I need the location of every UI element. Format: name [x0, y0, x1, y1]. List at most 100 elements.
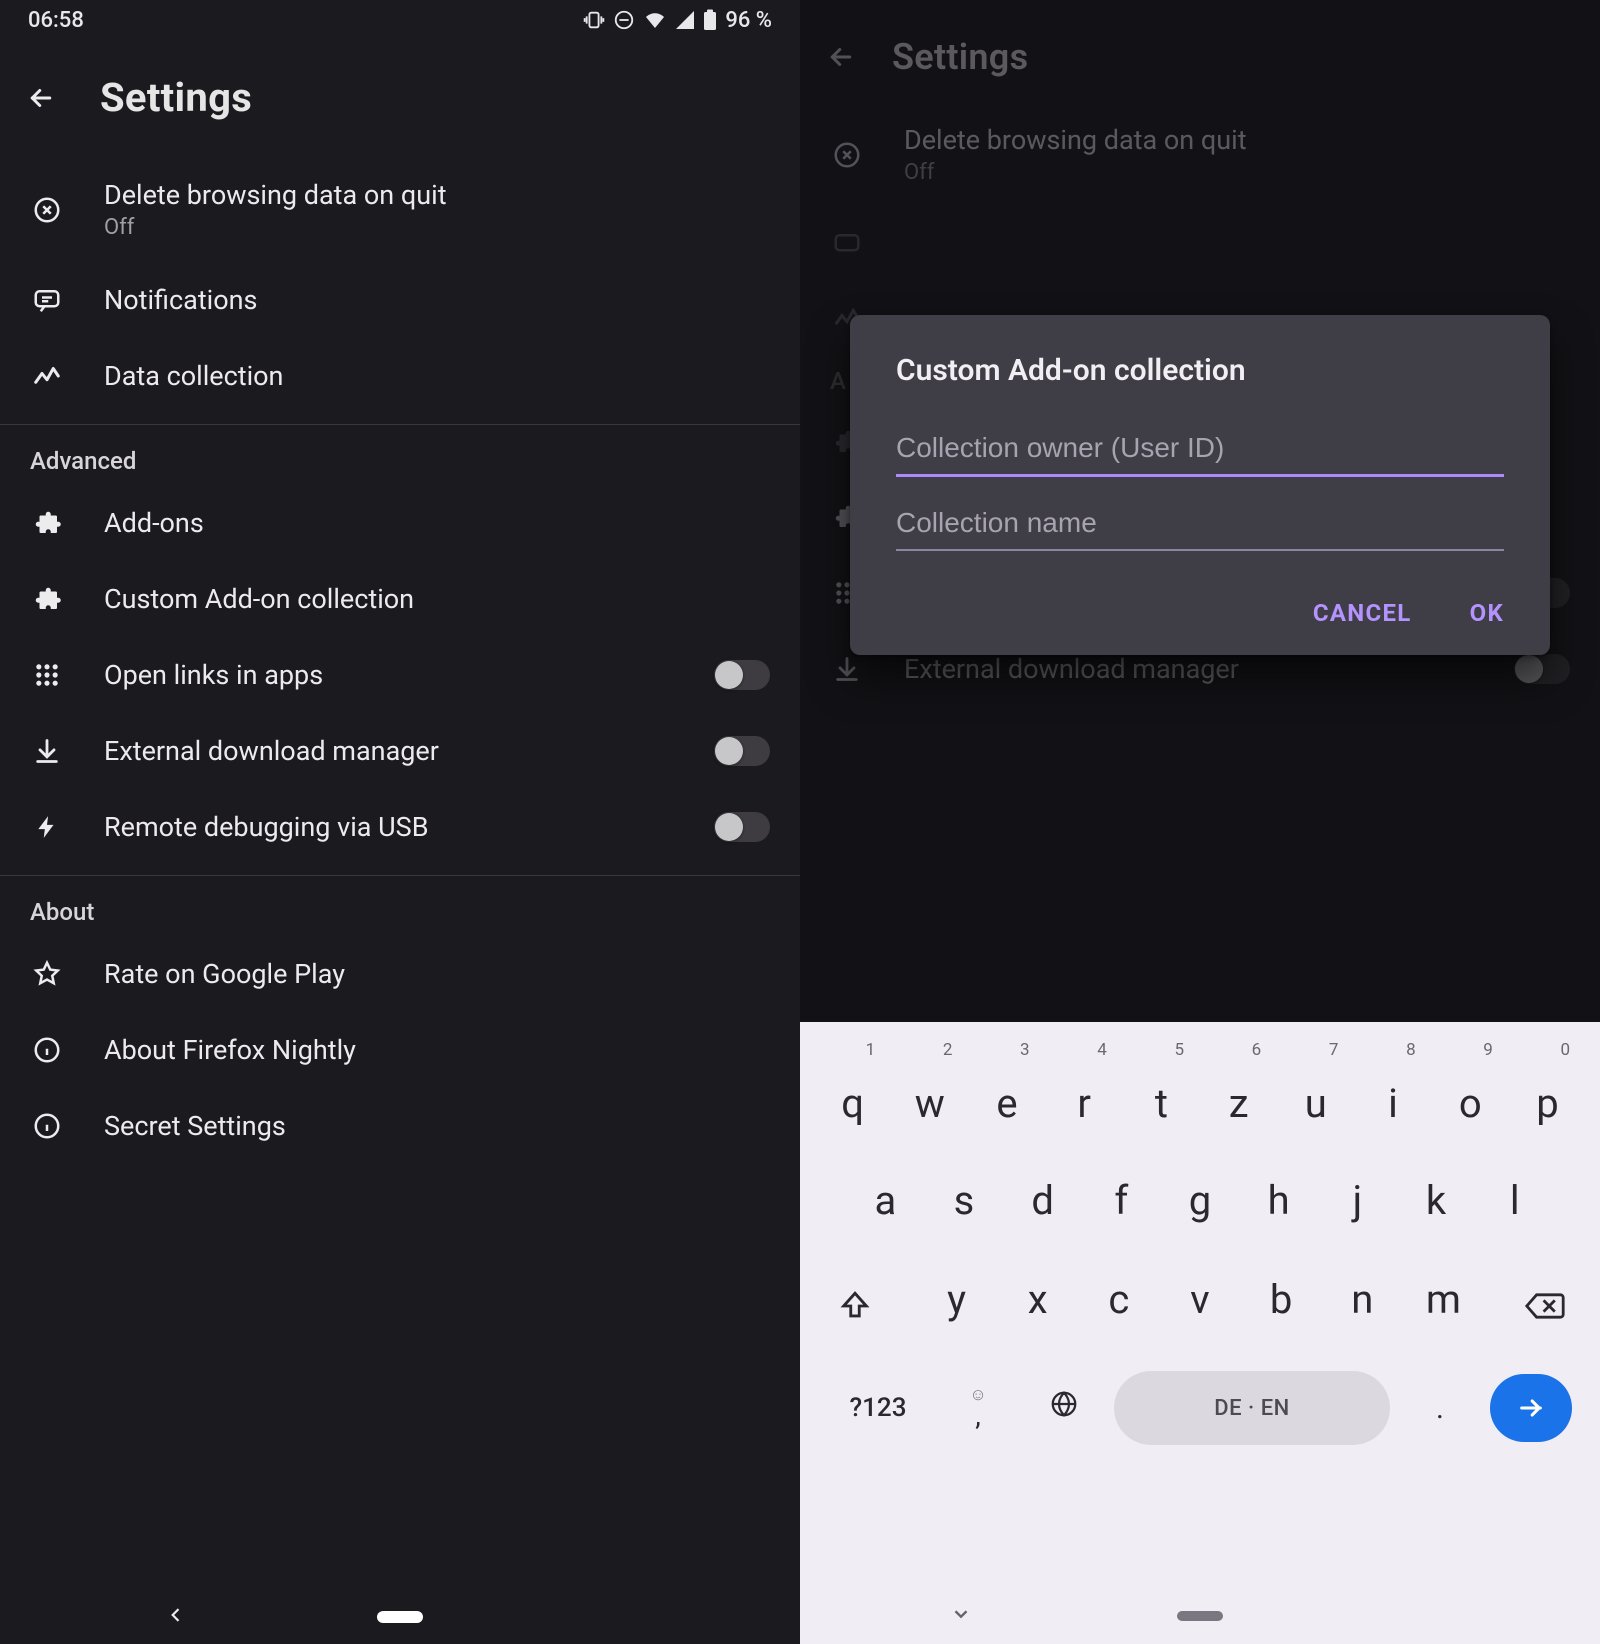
signal-icon: [675, 10, 695, 30]
collection-owner-input[interactable]: [896, 426, 1504, 477]
vibrate-icon: [583, 9, 605, 31]
enter-key[interactable]: [1490, 1374, 1572, 1442]
setting-secret[interactable]: Secret Settings: [0, 1088, 800, 1164]
nav-home-pill[interactable]: [1177, 1611, 1223, 1621]
setting-label: Secret Settings: [104, 1110, 770, 1142]
setting-label: Data collection: [104, 360, 770, 392]
wifi-icon: [643, 10, 667, 30]
section-advanced: Advanced: [0, 435, 800, 485]
key-t[interactable]: 5t: [1123, 1066, 1200, 1153]
page-title: Settings: [892, 36, 1028, 78]
setting-rate[interactable]: Rate on Google Play: [0, 936, 800, 1012]
key-j[interactable]: j: [1318, 1163, 1397, 1250]
toggle-ext-download[interactable]: [714, 736, 770, 766]
close-circle-icon: [30, 195, 64, 225]
setting-label: Remote debugging via USB: [104, 811, 674, 843]
key-i[interactable]: 8i: [1354, 1066, 1431, 1153]
key-y[interactable]: y: [916, 1262, 997, 1349]
back-arrow-icon[interactable]: [26, 83, 56, 113]
status-icons: 96 %: [583, 8, 772, 33]
back-arrow-icon[interactable]: [826, 42, 856, 72]
key-b[interactable]: b: [1241, 1262, 1322, 1349]
key-h[interactable]: h: [1239, 1163, 1318, 1250]
toggle-ext-download[interactable]: [1514, 654, 1570, 684]
puzzle-icon: [30, 584, 64, 614]
backspace-key[interactable]: [1504, 1289, 1586, 1323]
android-nav-bar: [800, 1588, 1600, 1644]
ok-button[interactable]: OK: [1470, 599, 1504, 627]
key-m[interactable]: m: [1403, 1262, 1484, 1349]
key-g[interactable]: g: [1161, 1163, 1240, 1250]
key-o[interactable]: 9o: [1432, 1066, 1509, 1153]
download-icon: [30, 737, 64, 765]
setting-label: Delete browsing data on quit: [104, 179, 770, 211]
key-v[interactable]: v: [1159, 1262, 1240, 1349]
setting-delete-browsing[interactable]: Delete browsing data on quit Off: [0, 157, 800, 262]
bolt-icon: [30, 814, 64, 840]
emoji-key[interactable]: ☺,: [942, 1387, 1014, 1430]
language-key[interactable]: [1028, 1389, 1100, 1427]
setting-about-app[interactable]: About Firefox Nightly: [0, 1012, 800, 1088]
shift-key[interactable]: [814, 1289, 896, 1323]
key-l[interactable]: l: [1475, 1163, 1554, 1250]
battery-icon: [703, 9, 717, 31]
setting-label: Delete browsing data on quit: [904, 124, 1570, 156]
setting-custom-addon[interactable]: Custom Add-on collection: [0, 561, 800, 637]
setting-delete-browsing[interactable]: Delete browsing data on quit Off: [800, 102, 1600, 207]
android-nav-bar: [0, 1590, 800, 1644]
nav-back-chevron-icon[interactable]: [166, 1605, 186, 1629]
name-field-wrap: [896, 501, 1504, 551]
key-w[interactable]: 2w: [891, 1066, 968, 1153]
setting-ext-download[interactable]: External download manager: [0, 713, 800, 789]
divider: [0, 424, 800, 425]
on-screen-keyboard: 1q2w3e4r5t6z7u8i9o0p asdfghjkl yxcvbnm ?…: [800, 1022, 1600, 1644]
setting-placeholder: [800, 207, 1600, 281]
divider: [0, 875, 800, 876]
keyboard-hide-icon[interactable]: [950, 1603, 972, 1629]
key-e[interactable]: 3e: [968, 1066, 1045, 1153]
setting-remote-debug[interactable]: Remote debugging via USB: [0, 789, 800, 865]
period-key[interactable]: .: [1404, 1391, 1476, 1426]
toggle-open-links[interactable]: [714, 660, 770, 690]
setting-open-links[interactable]: Open links in apps: [0, 637, 800, 713]
setting-label: About Firefox Nightly: [104, 1034, 770, 1066]
setting-data-collection[interactable]: Data collection: [0, 338, 800, 414]
settings-screen-right: Settings Delete browsing data on quit Of…: [800, 0, 1600, 1644]
nav-home-pill[interactable]: [377, 1611, 423, 1623]
symbols-key[interactable]: ?123: [828, 1393, 928, 1423]
key-n[interactable]: n: [1322, 1262, 1403, 1349]
key-q[interactable]: 1q: [814, 1066, 891, 1153]
download-icon: [830, 655, 864, 683]
spacebar-key[interactable]: DE · EN: [1114, 1371, 1390, 1445]
status-time: 06:58: [28, 8, 84, 33]
page-title: Settings: [100, 74, 252, 121]
setting-sublabel: Off: [904, 160, 1570, 185]
key-u[interactable]: 7u: [1277, 1066, 1354, 1153]
key-c[interactable]: c: [1078, 1262, 1159, 1349]
star-icon: [30, 959, 64, 989]
apps-grid-icon: [30, 661, 64, 689]
setting-notifications[interactable]: Notifications: [0, 262, 800, 338]
info-icon: [30, 1111, 64, 1141]
cancel-button[interactable]: CANCEL: [1313, 599, 1412, 627]
key-r[interactable]: 4r: [1046, 1066, 1123, 1153]
collection-name-input[interactable]: [896, 501, 1504, 551]
key-p[interactable]: 0p: [1509, 1066, 1586, 1153]
setting-label: External download manager: [104, 735, 674, 767]
key-x[interactable]: x: [997, 1262, 1078, 1349]
setting-addons[interactable]: Add-ons: [0, 485, 800, 561]
key-z[interactable]: 6z: [1200, 1066, 1277, 1153]
key-a[interactable]: a: [846, 1163, 925, 1250]
toggle-remote-debug[interactable]: [714, 812, 770, 842]
dnd-icon: [613, 9, 635, 31]
chat-icon: [830, 229, 864, 259]
setting-label: Add-ons: [104, 507, 770, 539]
status-battery: 96 %: [725, 8, 772, 33]
key-d[interactable]: d: [1003, 1163, 1082, 1250]
key-s[interactable]: s: [925, 1163, 1004, 1250]
setting-sublabel: Off: [104, 215, 770, 240]
key-f[interactable]: f: [1082, 1163, 1161, 1250]
puzzle-icon: [30, 508, 64, 538]
key-k[interactable]: k: [1397, 1163, 1476, 1250]
settings-header: Settings: [0, 40, 800, 157]
